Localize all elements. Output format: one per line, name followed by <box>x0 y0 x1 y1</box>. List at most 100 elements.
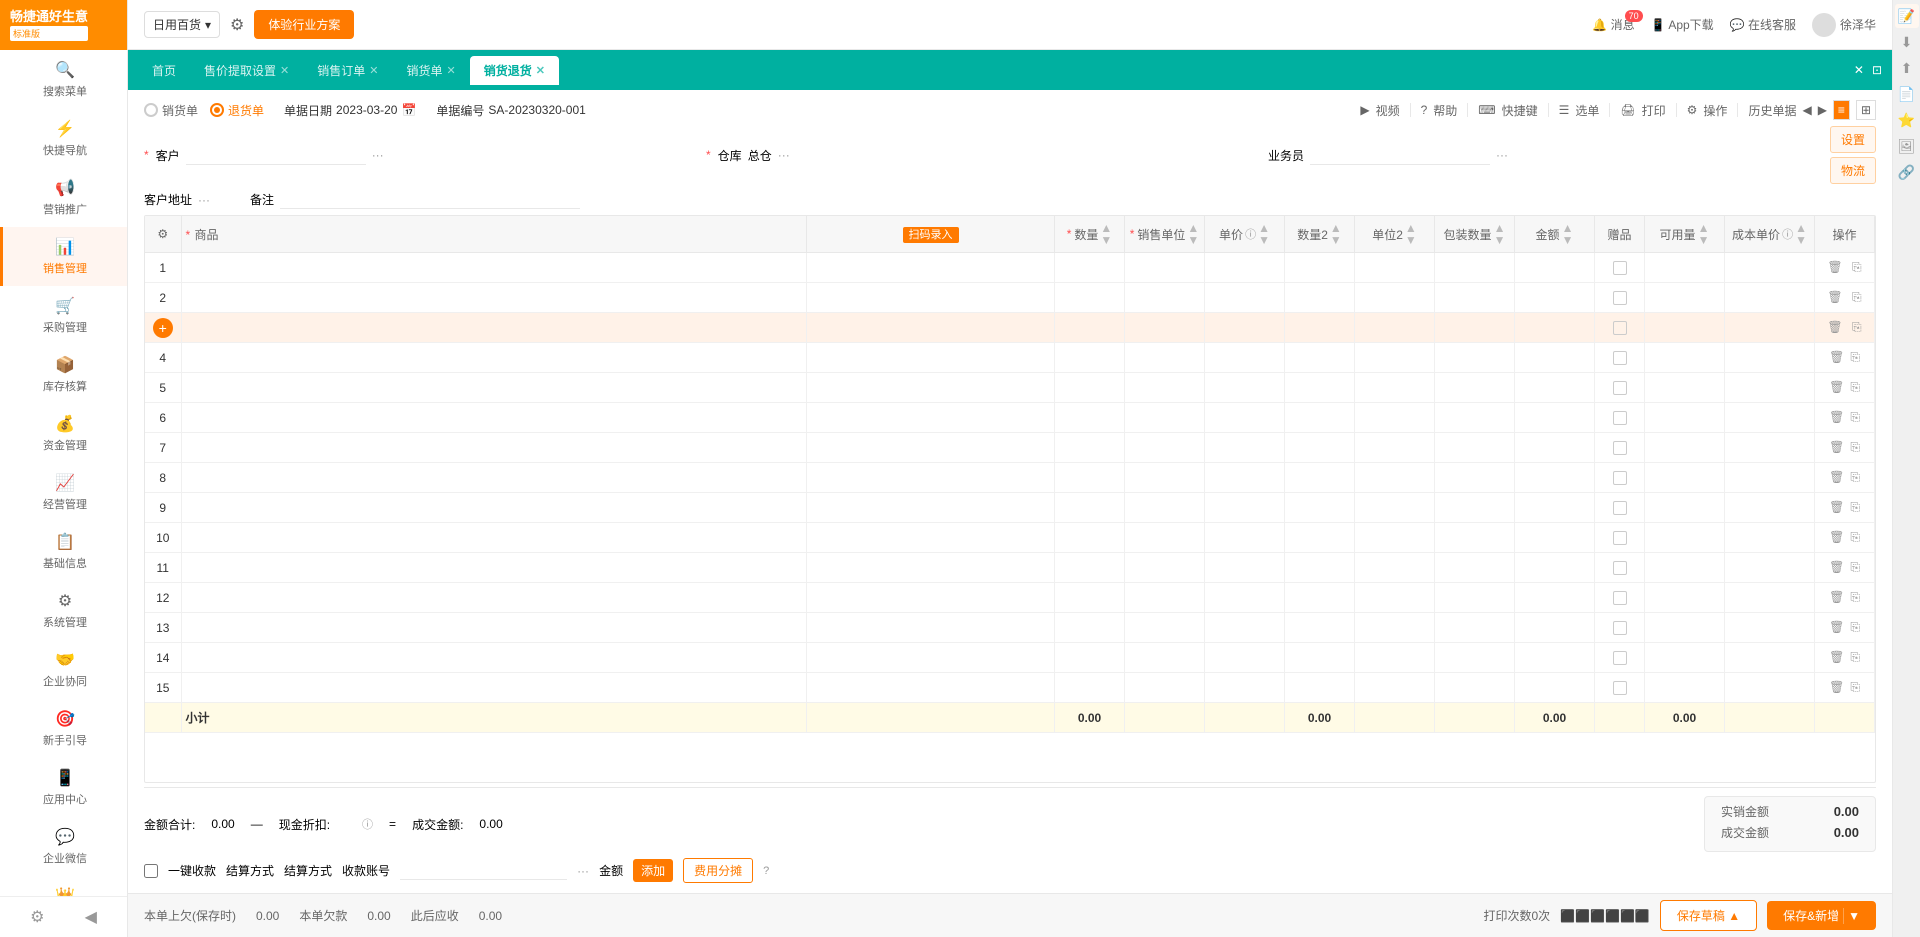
note-input[interactable] <box>280 190 580 209</box>
sidebar-item-operation[interactable]: 📈 经营管理 <box>0 463 127 522</box>
history-label[interactable]: 历史单据 <box>1748 102 1796 119</box>
sidebar-item-search[interactable]: 🔍 搜索菜单 <box>0 50 127 109</box>
history-prev-icon[interactable]: ◀ <box>1802 103 1811 117</box>
available-cell[interactable] <box>1645 253 1725 283</box>
product-input[interactable] <box>186 321 803 335</box>
th-gear[interactable]: ⚙ <box>145 216 181 253</box>
add-row-button[interactable]: + <box>153 318 173 338</box>
salesperson-input[interactable] <box>1310 146 1490 165</box>
unit2-cell[interactable] <box>1355 253 1435 283</box>
amount-cell[interactable] <box>1515 313 1595 343</box>
sidebar-item-shortcut[interactable]: ⚡ 快捷导航 <box>0 109 127 168</box>
salesperson-dots-btn[interactable]: ··· <box>1496 148 1508 162</box>
topbar-gear-icon[interactable]: ⚙ <box>230 15 244 35</box>
copy-row-icon[interactable]: ⎘ <box>1849 260 1865 274</box>
info-discount-icon[interactable]: ⓘ <box>362 816 373 832</box>
settings-icon[interactable]: ⚙ <box>30 907 44 927</box>
unit-cell[interactable] <box>1125 313 1205 343</box>
pack-cell[interactable] <box>1435 283 1515 313</box>
sidebar-item-member[interactable]: 👑 畅会员 <box>0 876 127 896</box>
warehouse-dots-btn[interactable]: ··· <box>778 148 790 162</box>
save-draft-button[interactable]: 保存草稿 ▲ <box>1660 900 1757 931</box>
price-info-icon[interactable]: ⓘ <box>1245 226 1256 242</box>
video-label[interactable]: 视频 <box>1376 102 1400 119</box>
delete-row-icon[interactable]: 🗑 <box>1824 320 1845 334</box>
sidebar-item-purchase[interactable]: 🛒 采购管理 <box>0 286 127 345</box>
gift-checkbox[interactable] <box>1613 291 1627 305</box>
gift-cell[interactable] <box>1595 313 1645 343</box>
settings-button[interactable]: 设置 <box>1830 126 1876 153</box>
history-next-icon[interactable]: ▶ <box>1818 103 1827 117</box>
right-panel-icon-3[interactable]: 📄 <box>1895 82 1919 106</box>
address-dots-btn[interactable]: ··· <box>198 193 210 207</box>
unit2-cell[interactable] <box>1355 313 1435 343</box>
sidebar-item-apps[interactable]: 📱 应用中心 <box>0 758 127 817</box>
online-service-link[interactable]: 💬 在线客服 <box>1730 16 1796 33</box>
right-panel-icon-4[interactable]: ⭐ <box>1895 108 1919 132</box>
gift-cell[interactable] <box>1595 283 1645 313</box>
amount-cell[interactable] <box>1515 283 1595 313</box>
qty2-cell[interactable] <box>1285 253 1355 283</box>
qty2-cell[interactable] <box>1285 283 1355 313</box>
notification-bell[interactable]: 🔔 70 消息 <box>1592 16 1634 33</box>
save-new-button[interactable]: 保存&新增 ▼ <box>1767 901 1876 930</box>
tab-sales-delivery[interactable]: 销货单 ✕ <box>392 56 469 85</box>
qty-cell[interactable] <box>1055 253 1125 283</box>
available-cell[interactable] <box>1645 283 1725 313</box>
price-cell[interactable] <box>1205 313 1285 343</box>
radio-return[interactable]: 退货单 <box>210 102 264 119</box>
gift-cell[interactable] <box>1595 253 1645 283</box>
account-input[interactable] <box>400 861 567 880</box>
sidebar-item-basic[interactable]: 📋 基础信息 <box>0 522 127 581</box>
expand-icon[interactable]: ⊡ <box>1872 63 1882 77</box>
product-cell[interactable] <box>181 313 807 343</box>
sidebar-item-system[interactable]: ⚙ 系统管理 <box>0 581 127 640</box>
gift-checkbox[interactable] <box>1613 321 1627 335</box>
calendar-icon[interactable]: 📅 <box>401 103 416 117</box>
sidebar-item-wechat[interactable]: 💬 企业微信 <box>0 817 127 876</box>
right-panel-icon-0[interactable]: 📝 <box>1895 4 1919 28</box>
shortcuts-label[interactable]: 快捷键 <box>1502 102 1538 119</box>
tab-close-icon[interactable]: ✕ <box>280 64 289 77</box>
sidebar-item-guide[interactable]: 🎯 新手引导 <box>0 699 127 758</box>
right-panel-icon-5[interactable]: 🖼 <box>1895 134 1919 158</box>
delete-row-icon[interactable]: 🗑 <box>1824 260 1845 274</box>
amount-cell[interactable] <box>1515 253 1595 283</box>
customer-dots-btn[interactable]: ··· <box>372 148 384 162</box>
customer-input[interactable] <box>186 146 366 165</box>
delete-row-icon[interactable]: 🗑 <box>1824 290 1845 304</box>
list-view-icon[interactable]: ≡ <box>1833 100 1850 120</box>
operate-label[interactable]: 操作 <box>1703 102 1727 119</box>
sidebar-item-marketing[interactable]: 📢 营销推广 <box>0 168 127 227</box>
one-click-payment-checkbox[interactable] <box>144 864 158 878</box>
close-tab-icon[interactable]: ✕ <box>1854 63 1864 77</box>
cost-info-icon[interactable]: ⓘ <box>1782 226 1793 242</box>
qty-cell[interactable] <box>1055 313 1125 343</box>
tab-sales-return[interactable]: 销货退货 ✕ <box>470 56 559 85</box>
pack-cell[interactable] <box>1435 313 1515 343</box>
available-cell[interactable] <box>1645 313 1725 343</box>
price-cell[interactable] <box>1205 283 1285 313</box>
product-cell[interactable] <box>181 253 807 283</box>
qty-cell[interactable] <box>1055 283 1125 313</box>
unit2-cell[interactable] <box>1355 283 1435 313</box>
tab-home[interactable]: 首页 <box>138 56 190 85</box>
sidebar-item-sales[interactable]: 📊 销售管理 <box>0 227 127 286</box>
tab-close-icon[interactable]: ✕ <box>447 64 456 77</box>
tab-price-settings[interactable]: 售价提取设置 ✕ <box>190 56 303 85</box>
experience-button[interactable]: 体验行业方案 <box>254 10 354 39</box>
unit-cell[interactable] <box>1125 253 1205 283</box>
fee-info-icon[interactable]: ? <box>763 865 769 877</box>
help-label[interactable]: 帮助 <box>1433 102 1457 119</box>
print-label[interactable]: 打印 <box>1642 102 1666 119</box>
qty2-cell[interactable] <box>1285 313 1355 343</box>
unit-cell[interactable] <box>1125 283 1205 313</box>
gift-checkbox[interactable] <box>1613 261 1627 275</box>
sidebar-item-inventory[interactable]: 📦 库存核算 <box>0 345 127 404</box>
app-download-link[interactable]: 📱 App下载 <box>1651 16 1714 33</box>
product-cell[interactable] <box>181 283 807 313</box>
pack-cell[interactable] <box>1435 253 1515 283</box>
user-profile[interactable]: 徐泽华 <box>1812 13 1876 37</box>
sidebar-item-finance[interactable]: 💰 资金管理 <box>0 404 127 463</box>
grid-view-icon[interactable]: ⊞ <box>1856 100 1876 120</box>
